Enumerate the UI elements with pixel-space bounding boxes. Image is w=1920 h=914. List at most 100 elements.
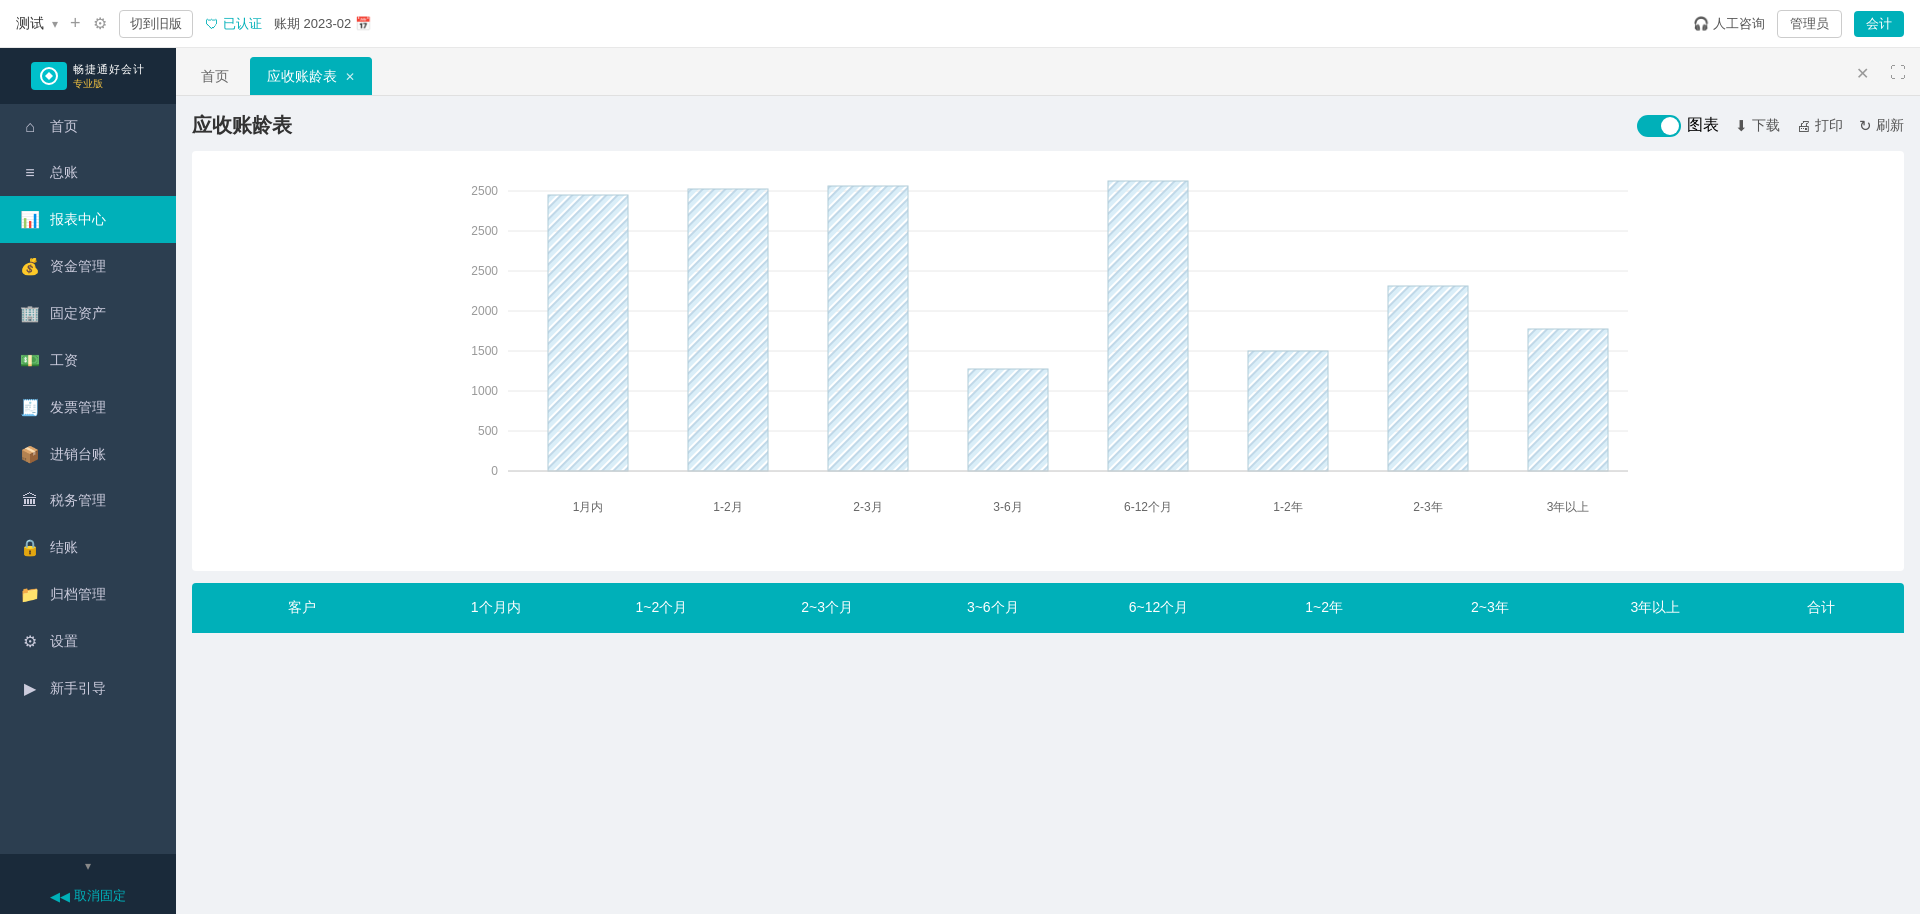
- tab-close-aging[interactable]: ✕: [345, 70, 355, 84]
- ledger-icon: ≡: [20, 164, 40, 182]
- home-icon: ⌂: [20, 118, 40, 136]
- bar-1月内: [548, 195, 628, 471]
- content-area: 首页 应收账龄表✕ ✕ ⛶ 应收账龄表 图表 ⬇ 下载: [176, 48, 1920, 914]
- settings-icon: ⚙: [20, 632, 40, 651]
- sidebar-item-tax[interactable]: 🏛 税务管理: [0, 478, 176, 524]
- sidebar-item-archive[interactable]: 📁 归档管理: [0, 571, 176, 618]
- svg-text:1000: 1000: [471, 384, 498, 398]
- refresh-button[interactable]: ↻ 刷新: [1859, 117, 1904, 135]
- sidebar-item-invoice[interactable]: 🧾 发票管理: [0, 384, 176, 431]
- bar-6-12月: [1108, 181, 1188, 471]
- print-button[interactable]: 🖨 打印: [1796, 117, 1843, 135]
- headset-icon: 🎧: [1693, 16, 1709, 31]
- svg-text:3-6月: 3-6月: [993, 500, 1022, 514]
- tab-label-home: 首页: [201, 68, 229, 86]
- archive-icon: 📁: [20, 585, 40, 604]
- tax-icon: 🏛: [20, 492, 40, 510]
- print-label: 打印: [1815, 117, 1843, 135]
- svg-text:2500: 2500: [471, 224, 498, 238]
- svg-text:2500: 2500: [471, 264, 498, 278]
- refresh-label: 刷新: [1876, 117, 1904, 135]
- svg-text:1500: 1500: [471, 344, 498, 358]
- svg-text:500: 500: [478, 424, 498, 438]
- table-header-6~12个月: 6~12个月: [1076, 583, 1242, 633]
- shield-icon: 🛡: [205, 16, 219, 32]
- sidebar-item-guide[interactable]: ▶ 新手引导: [0, 665, 176, 712]
- chart-toggle-area: 图表: [1637, 115, 1719, 137]
- user-button[interactable]: 管理员: [1777, 10, 1842, 38]
- consult-button[interactable]: 🎧 人工咨询: [1693, 15, 1765, 33]
- calendar-icon[interactable]: 📅: [355, 16, 371, 31]
- table-header-3年以上: 3年以上: [1573, 583, 1739, 633]
- sidebar-item-close[interactable]: 🔒 结账: [0, 524, 176, 571]
- company-dropdown-icon: ▾: [52, 17, 58, 31]
- sidebar-item-settings[interactable]: ⚙ 设置: [0, 618, 176, 665]
- bar-1-2月: [688, 189, 768, 471]
- invoice-icon: 🧾: [20, 398, 40, 417]
- cancel-fixed-label: 取消固定: [74, 887, 126, 905]
- period-label: 账期: [274, 15, 300, 33]
- period-display: 账期 2023-02 📅: [274, 15, 372, 33]
- add-button[interactable]: +: [70, 13, 81, 34]
- tab-bar: 首页 应收账龄表✕ ✕ ⛶: [176, 48, 1920, 96]
- svg-text:6-12个月: 6-12个月: [1124, 500, 1172, 514]
- sidebar-item-reports[interactable]: 📊 报表中心: [0, 196, 176, 243]
- settings-icon[interactable]: ⚙: [93, 14, 107, 33]
- sidebar-scroll-down[interactable]: ▾: [0, 854, 176, 878]
- tab-home[interactable]: 首页: [184, 57, 246, 95]
- table-header-2~3个月: 2~3个月: [744, 583, 910, 633]
- sidebar-label-archive: 归档管理: [50, 586, 106, 604]
- close-icon: 🔒: [20, 538, 40, 557]
- expand-button[interactable]: ⛶: [1884, 59, 1912, 87]
- sidebar-item-capital[interactable]: 💰 资金管理: [0, 243, 176, 290]
- assets-icon: 🏢: [20, 304, 40, 323]
- sidebar-label-tax: 税务管理: [50, 492, 106, 510]
- svg-text:1-2月: 1-2月: [713, 500, 742, 514]
- download-button[interactable]: ⬇ 下载: [1735, 117, 1780, 135]
- table-header-3~6个月: 3~6个月: [910, 583, 1076, 633]
- old-version-button[interactable]: 切到旧版: [119, 10, 193, 38]
- report-title: 应收账龄表: [192, 112, 292, 139]
- table-header-客户: 客户: [192, 583, 413, 633]
- page-content: 应收账龄表 图表 ⬇ 下载 🖨 打印 ↻: [176, 96, 1920, 914]
- report-header: 应收账龄表 图表 ⬇ 下载 🖨 打印 ↻: [192, 112, 1904, 139]
- close-tab-button[interactable]: ✕: [1848, 59, 1876, 87]
- company-name: 测试: [16, 15, 44, 33]
- sidebar-item-sales[interactable]: 📦 进销台账: [0, 431, 176, 478]
- consult-label: 人工咨询: [1713, 15, 1765, 33]
- sidebar-label-sales: 进销台账: [50, 446, 106, 464]
- sidebar-item-ledger[interactable]: ≡ 总账: [0, 150, 176, 196]
- sidebar-item-home[interactable]: ⌂ 首页: [0, 104, 176, 150]
- sidebar-label-guide: 新手引导: [50, 680, 106, 698]
- svg-text:1月内: 1月内: [573, 500, 604, 514]
- topbar: 测试 ▾ + ⚙ 切到旧版 🛡 已认证 账期 2023-02 📅 🎧 人工咨询 …: [0, 0, 1920, 48]
- sidebar: 畅捷通好会计 专业版 ⌂ 首页 ≡ 总账 📊 报表中心 💰 资金管理 🏢 固定资…: [0, 48, 176, 914]
- tab-aging[interactable]: 应收账龄表✕: [250, 57, 372, 95]
- account-button[interactable]: 会计: [1854, 11, 1904, 37]
- sales-icon: 📦: [20, 445, 40, 464]
- certified-badge: 🛡 已认证: [205, 15, 262, 33]
- sidebar-item-assets[interactable]: 🏢 固定资产: [0, 290, 176, 337]
- bar-2-3年: [1388, 286, 1468, 471]
- logo-icon: [31, 62, 67, 90]
- svg-text:2-3年: 2-3年: [1413, 500, 1442, 514]
- svg-text:3年以上: 3年以上: [1547, 500, 1590, 514]
- table-header: 客户1个月内1~2个月2~3个月3~6个月6~12个月1~2年2~3年3年以上合…: [192, 583, 1904, 633]
- payroll-icon: 💵: [20, 351, 40, 370]
- chart-toggle[interactable]: [1637, 115, 1681, 137]
- sidebar-label-capital: 资金管理: [50, 258, 106, 276]
- print-icon: 🖨: [1796, 117, 1811, 134]
- chart-container: 2500 2500 2500 2000 1500 1000 500 0: [192, 151, 1904, 571]
- logo-text: 畅捷通好会计: [73, 62, 145, 77]
- company-selector[interactable]: 测试 ▾: [16, 15, 58, 33]
- sidebar-label-ledger: 总账: [50, 164, 78, 182]
- table-header-1~2个月: 1~2个月: [579, 583, 745, 633]
- certified-label: 已认证: [223, 15, 262, 33]
- svg-text:2000: 2000: [471, 304, 498, 318]
- sidebar-logo: 畅捷通好会计 专业版: [0, 48, 176, 104]
- table-header-合计: 合计: [1738, 583, 1904, 633]
- bar-2-3月: [828, 186, 908, 471]
- cancel-fixed-button[interactable]: ◀◀ 取消固定: [0, 878, 176, 914]
- svg-text:1-2年: 1-2年: [1273, 500, 1302, 514]
- sidebar-item-payroll[interactable]: 💵 工资: [0, 337, 176, 384]
